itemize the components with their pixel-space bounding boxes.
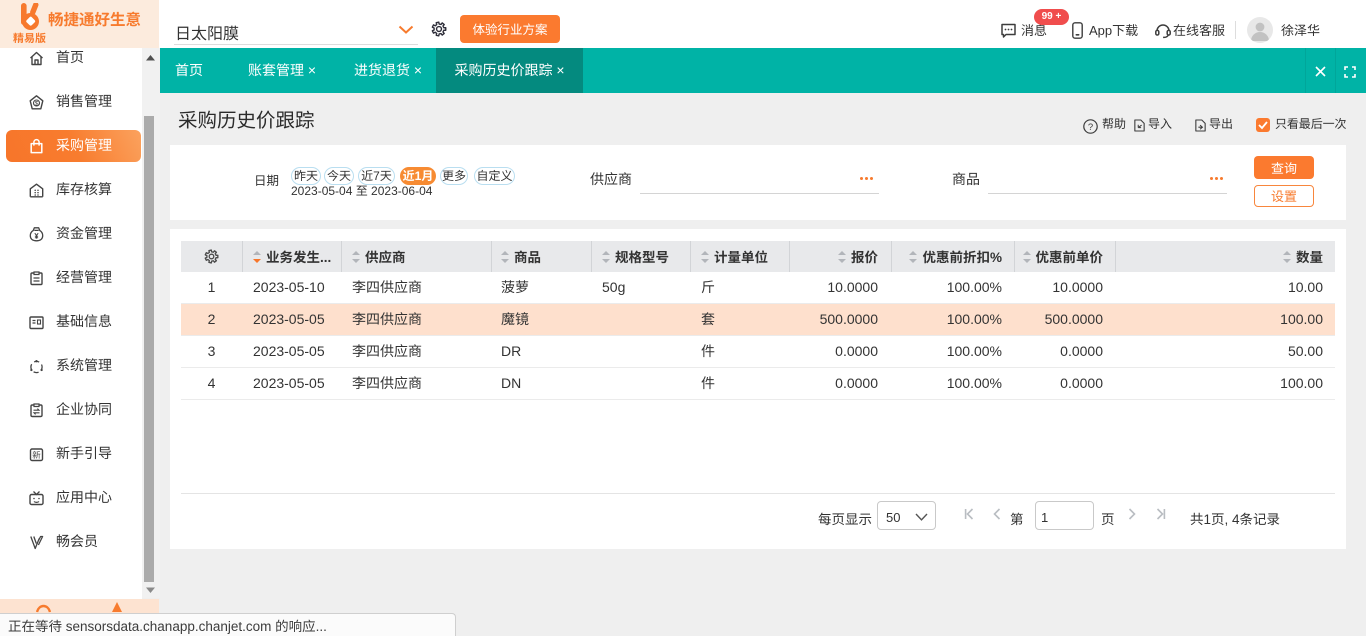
svg-text:新: 新 xyxy=(32,449,41,461)
svg-text:$: $ xyxy=(35,100,39,107)
svg-text:?: ? xyxy=(1088,122,1093,133)
